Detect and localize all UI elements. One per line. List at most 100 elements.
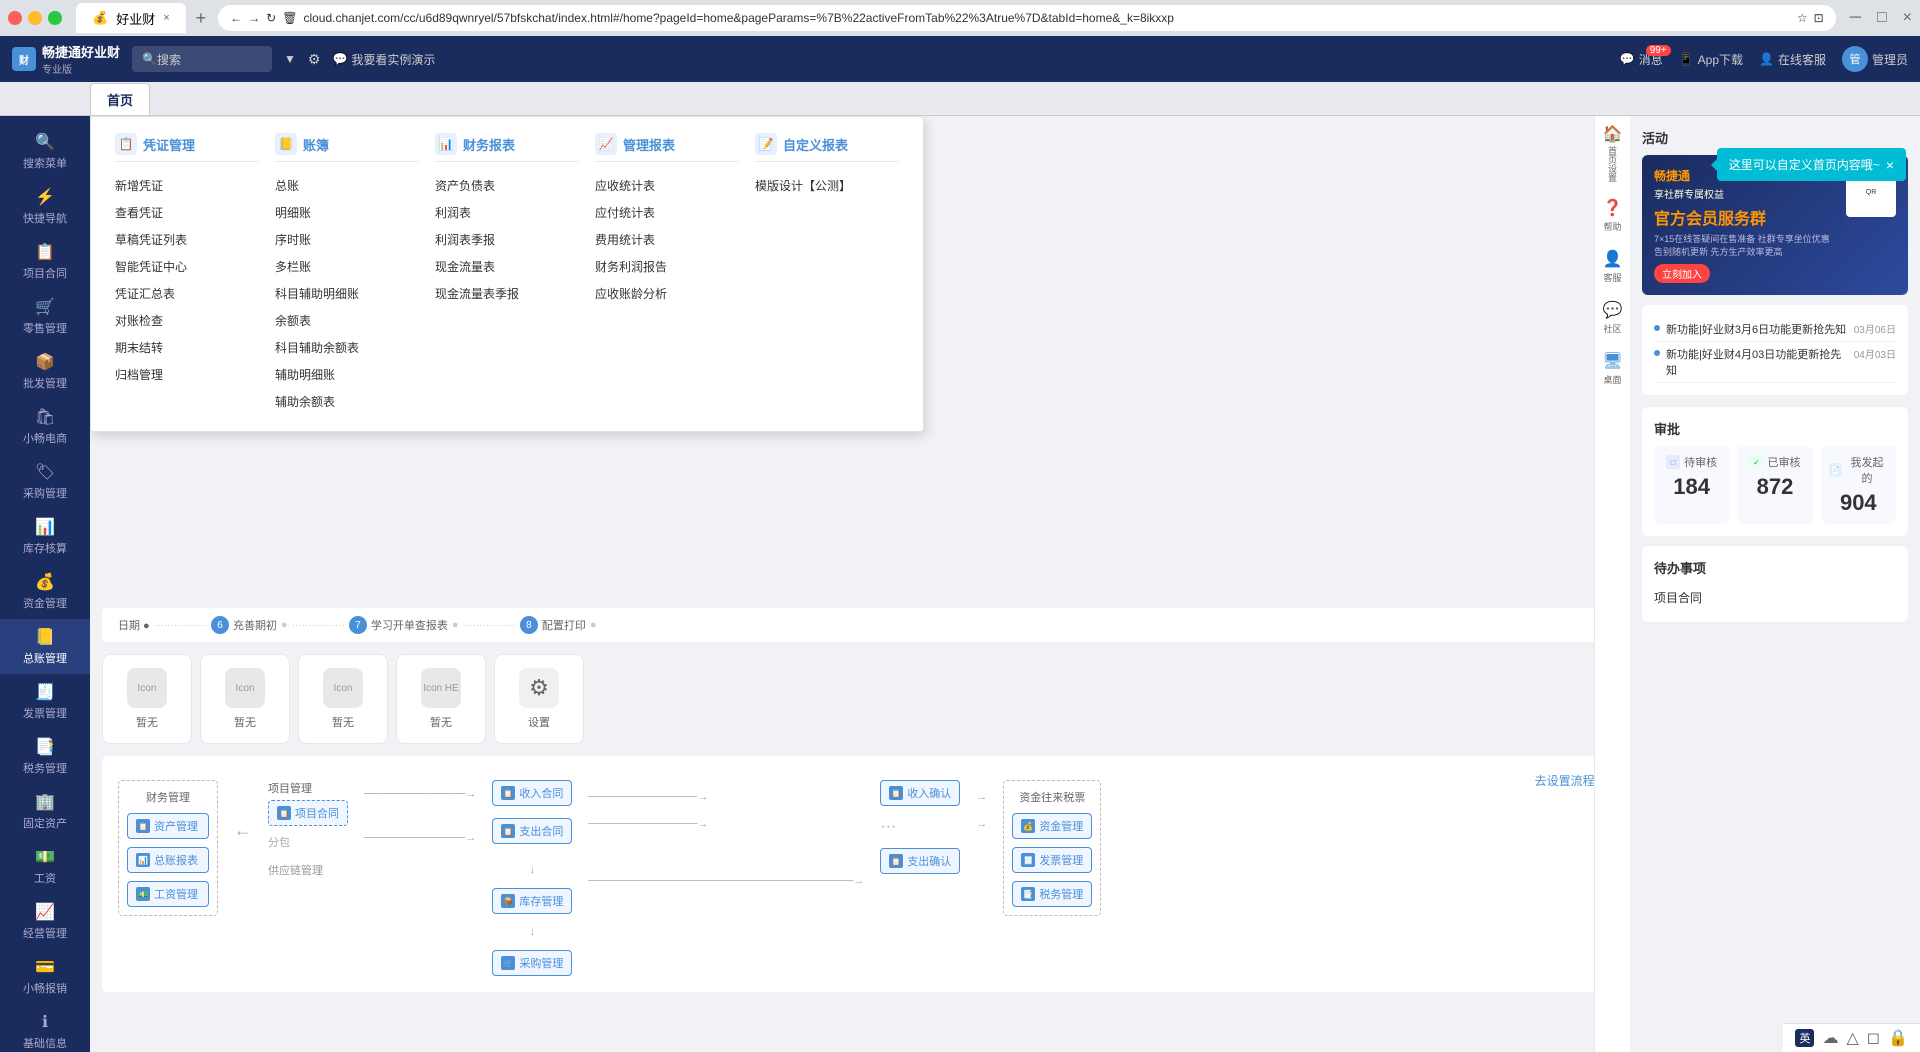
wf-inventory-mgmt[interactable]: 📦 库存管理 — [492, 888, 572, 914]
sidebar-item-invoice[interactable]: 🧾 发票管理 — [0, 674, 90, 729]
message-button[interactable]: 💬 消息 99+ — [1620, 51, 1663, 68]
menu-item-receivable-stat[interactable]: 应收统计表 — [595, 172, 739, 199]
sidebar-item-search[interactable]: 🔍 搜索菜单 — [0, 124, 90, 179]
icon-cell-settings[interactable]: ⚙ 设置 — [494, 654, 584, 744]
address-bar[interactable]: ← → ↻ 🗑 cloud.chanjet.com/cc/u6d89qwnrye… — [218, 5, 1835, 31]
side-panel-community[interactable]: 💬 社区 — [1603, 300, 1623, 335]
wf-payroll[interactable]: 💵 工资管理 — [127, 881, 209, 907]
menu-item-balance-table[interactable]: 余额表 — [275, 307, 419, 334]
restore-icon[interactable]: □ — [1877, 9, 1887, 27]
header-dropdown[interactable]: ▼ — [284, 52, 296, 66]
wf-more-dots[interactable]: ··· — [880, 818, 960, 836]
sidebar-item-expense[interactable]: 💳 小畅报销 — [0, 949, 90, 1004]
menu-item-smart-voucher[interactable]: 智能凭证中心 — [115, 253, 259, 280]
activity-join-button[interactable]: 立刻加入 — [1654, 264, 1710, 283]
close-icon[interactable]: × — [1903, 9, 1912, 27]
menu-item-payable-stat[interactable]: 应付统计表 — [595, 199, 739, 226]
menu-item-add-voucher[interactable]: 新增凭证 — [115, 172, 259, 199]
menu-item-draft-voucher[interactable]: 草稿凭证列表 — [115, 226, 259, 253]
window-minimize-button[interactable] — [28, 11, 42, 25]
icon-cell-4[interactable]: Icon HE 暂无 — [396, 654, 486, 744]
menu-item-voucher-summary[interactable]: 凭证汇总表 — [115, 280, 259, 307]
window-maximize-button[interactable] — [48, 11, 62, 25]
menu-item-profit-quarterly[interactable]: 利润表季报 — [435, 226, 579, 253]
nav-history-button[interactable]: 🗑 — [282, 11, 297, 25]
sidebar-item-tax[interactable]: 📑 税务管理 — [0, 729, 90, 784]
app-download-button[interactable]: 📱 App下载 — [1679, 51, 1743, 68]
side-panel-home[interactable]: 🏠 首页设置 — [1603, 124, 1623, 182]
side-panel-help[interactable]: ❓ 帮助 — [1603, 198, 1623, 233]
menu-item-multi-ledger[interactable]: 多栏账 — [275, 253, 419, 280]
new-tab-button[interactable]: + — [190, 8, 213, 29]
set-flow-link[interactable]: 去设置流程 › — [1535, 772, 1602, 789]
wf-purchase-mgmt[interactable]: 🛒 采购管理 — [492, 950, 572, 976]
sidebar-item-funds[interactable]: 💰 资金管理 — [0, 564, 90, 619]
header-settings-button[interactable]: ⚙ — [308, 51, 321, 68]
icon-cell-1[interactable]: Icon 暂无 — [102, 654, 192, 744]
wf-fund-mgmt[interactable]: 💰 资金管理 — [1012, 813, 1092, 839]
wf-asset-mgmt[interactable]: 📋 资产管理 — [127, 813, 209, 839]
pending-item-project[interactable]: 项目合同 — [1654, 585, 1896, 610]
approval-done-card[interactable]: ✓ 已审核 872 — [1737, 446, 1812, 524]
sidebar-item-salary[interactable]: 💵 工资 — [0, 839, 90, 894]
online-service-button[interactable]: 👤 在线客服 — [1759, 51, 1826, 68]
sidebar-item-ledger[interactable]: 📒 总账管理 — [0, 619, 90, 674]
footer-icon-3[interactable]: ◻ — [1867, 1028, 1880, 1048]
user-button[interactable]: 管 管理员 — [1842, 46, 1908, 72]
nav-forward-button[interactable]: → — [248, 11, 260, 25]
menu-item-aux-balance[interactable]: 辅助余额表 — [275, 388, 419, 415]
menu-item-view-voucher[interactable]: 查看凭证 — [115, 199, 259, 226]
tab-home[interactable]: 首页 — [90, 83, 150, 115]
menu-item-general-ledger[interactable]: 总账 — [275, 172, 419, 199]
wf-invoice-mgmt[interactable]: 🧾 发票管理 — [1012, 847, 1092, 873]
wf-expense-confirm[interactable]: 📋 支出确认 — [880, 848, 960, 874]
sidebar-item-assets[interactable]: 🏢 固定资产 — [0, 784, 90, 839]
side-panel-customer[interactable]: 👤 客服 — [1603, 249, 1623, 284]
menu-item-template-design[interactable]: 模版设计【公测】 — [755, 172, 899, 199]
menu-item-subject-detail[interactable]: 科目辅助明细账 — [275, 280, 419, 307]
menu-item-balance-sheet[interactable]: 资产负债表 — [435, 172, 579, 199]
footer-icon-2[interactable]: △ — [1846, 1028, 1858, 1048]
menu-item-aux-detail[interactable]: 辅助明细账 — [275, 361, 419, 388]
bookmark-icon[interactable]: ☆ — [1797, 11, 1808, 25]
header-demo[interactable]: 💬 我要看实例演示 — [332, 51, 435, 68]
sidebar-item-ecommerce[interactable]: 🛍 小畅电商 — [0, 399, 90, 454]
sidebar-item-purchase[interactable]: 🏷 采购管理 — [0, 454, 90, 509]
wf-expense-contract[interactable]: 📋 支出合同 — [492, 818, 572, 844]
sidebar-item-wholesale[interactable]: 📦 批发管理 — [0, 344, 90, 399]
sidebar-item-inventory[interactable]: 📊 库存核算 — [0, 509, 90, 564]
sidebar-item-retail[interactable]: 🛒 零售管理 — [0, 289, 90, 344]
menu-item-period-end[interactable]: 期末结转 — [115, 334, 259, 361]
menu-item-cashflow-quarterly[interactable]: 现金流量表季报 — [435, 280, 579, 307]
wf-project-contract[interactable]: 📋 项目合同 — [268, 800, 348, 826]
approval-pending-card[interactable]: □ 待审核 184 — [1654, 446, 1729, 524]
step-item-7[interactable]: 7 学习开单查报表 ● — [349, 616, 459, 634]
menu-item-receivable-aging[interactable]: 应收账龄分析 — [595, 280, 739, 307]
menu-item-cashflow[interactable]: 现金流量表 — [435, 253, 579, 280]
sidebar-item-quicknav[interactable]: ⚡ 快捷导航 — [0, 179, 90, 234]
nav-refresh-button[interactable]: ↻ — [266, 11, 276, 25]
step-item-6[interactable]: 6 充善期初 ● — [211, 616, 288, 634]
menu-item-subject-balance[interactable]: 科目辅助余额表 — [275, 334, 419, 361]
wf-tax-mgmt[interactable]: 📑 税务管理 — [1012, 881, 1092, 907]
news-item-2[interactable]: 新功能|好业财4月03日功能更新抢先知 04月03日 — [1654, 342, 1896, 383]
sidebar-item-basic[interactable]: ℹ 基础信息 — [0, 1004, 90, 1052]
wf-income-confirm[interactable]: 📋 收入确认 — [880, 780, 960, 806]
step-item-8[interactable]: 8 配置打印 ● — [520, 616, 597, 634]
cast-icon[interactable]: ⊡ — [1814, 11, 1824, 25]
side-panel-desktop[interactable]: 🖥 桌面 — [1602, 351, 1622, 386]
wf-income-contract[interactable]: 📋 收入合同 — [492, 780, 572, 806]
tooltip-close-button[interactable]: × — [1886, 157, 1894, 173]
footer-icon-1[interactable]: ☁ — [1822, 1028, 1838, 1048]
sidebar-item-operations[interactable]: 📈 经营管理 — [0, 894, 90, 949]
icon-cell-2[interactable]: Icon 暂无 — [200, 654, 290, 744]
menu-item-profit-report[interactable]: 财务利润报告 — [595, 253, 739, 280]
footer-lang-button[interactable]: 英 — [1795, 1029, 1814, 1047]
menu-item-detail-ledger[interactable]: 明细账 — [275, 199, 419, 226]
menu-item-archive[interactable]: 归档管理 — [115, 361, 259, 388]
news-item-1[interactable]: 新功能|好业财3月6日功能更新抢先知 03月06日 — [1654, 317, 1896, 342]
window-close-button[interactable] — [8, 11, 22, 25]
wf-ledger-report[interactable]: 📊 总账报表 — [127, 847, 209, 873]
sidebar-item-project[interactable]: 📋 项目合同 — [0, 234, 90, 289]
header-search[interactable]: 🔍 搜索 — [132, 46, 272, 72]
